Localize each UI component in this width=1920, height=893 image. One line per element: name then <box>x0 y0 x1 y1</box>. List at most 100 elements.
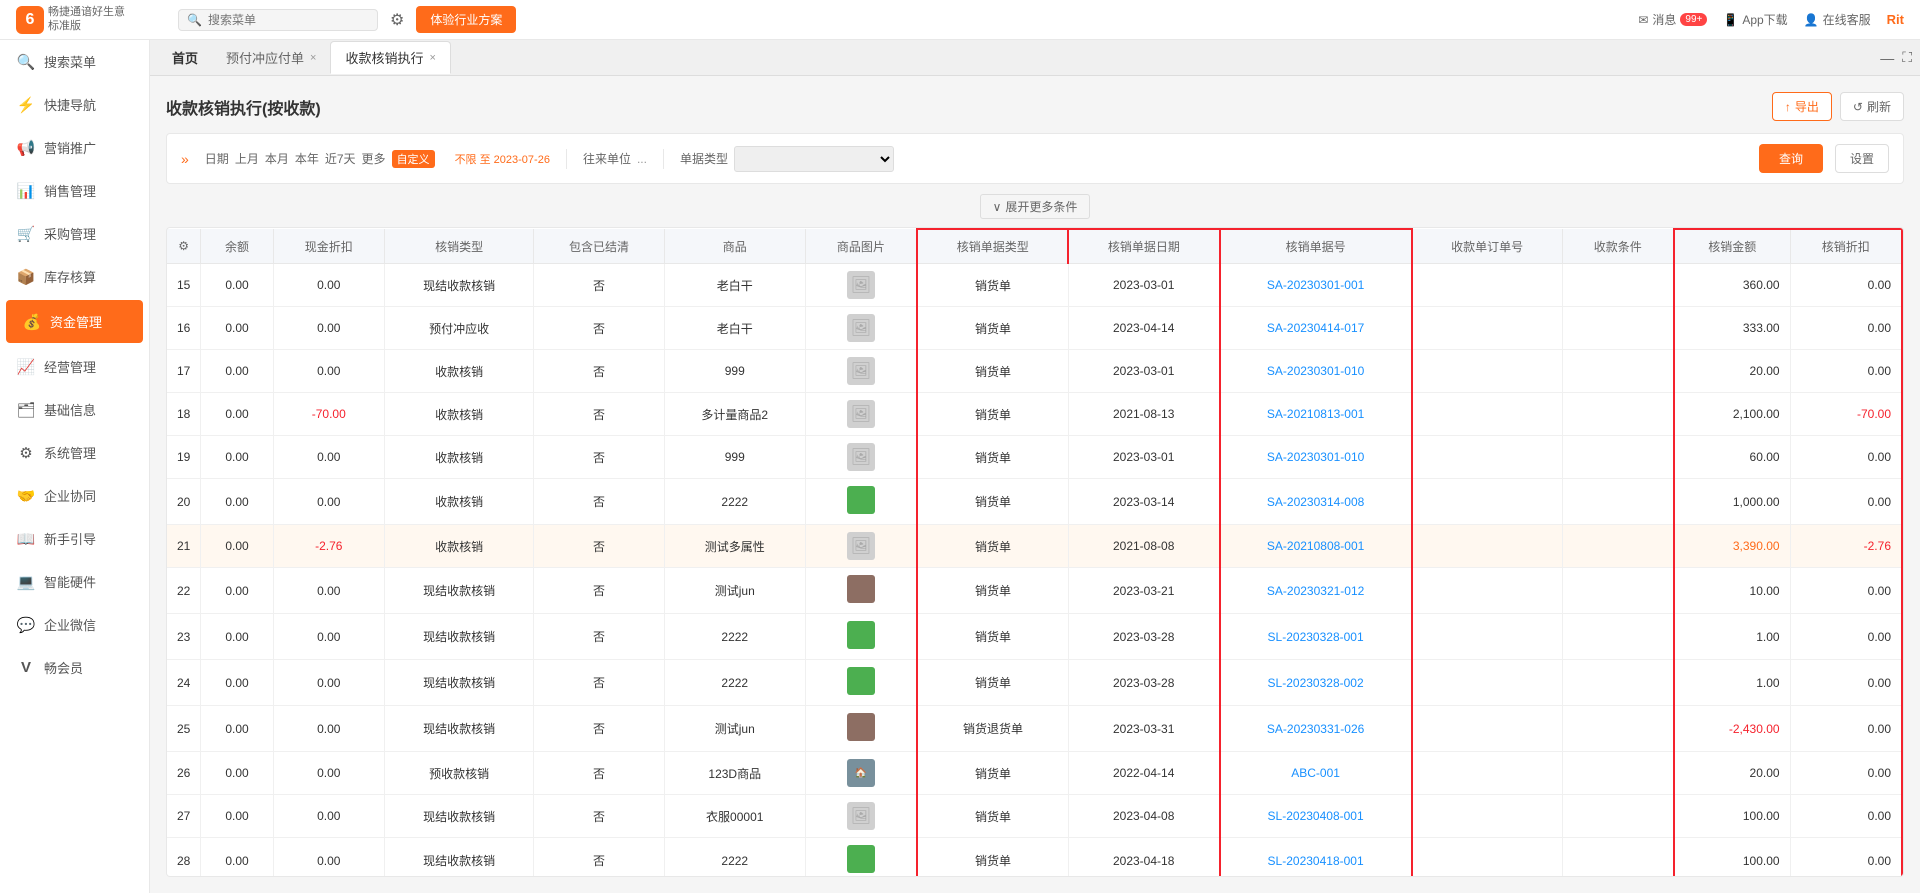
operations-icon: 📈 <box>16 358 36 376</box>
table-row-bill-type: 销货单 <box>917 752 1068 795</box>
export-btn[interactable]: ↑ 导出 <box>1772 92 1832 121</box>
bill-type-select[interactable] <box>734 146 894 172</box>
table-row-cash-discount: 0.00 <box>273 264 384 307</box>
sidebar-item-operations[interactable]: 📈 经营管理 <box>0 345 149 388</box>
search-input[interactable] <box>208 13 348 27</box>
table-row-amount: 333.00 <box>1674 307 1790 350</box>
sidebar-item-quick-nav[interactable]: ⚡ 快捷导航 <box>0 83 149 126</box>
table-row-discount: 0.00 <box>1790 436 1902 479</box>
table-row-order-no <box>1412 614 1562 660</box>
table-row-product: 999 <box>664 436 805 479</box>
from-unit-dots[interactable]: ... <box>637 152 647 166</box>
table-row-amount: 1.00 <box>1674 614 1790 660</box>
date-label: 日期 <box>205 150 229 167</box>
filter-recent7[interactable]: 近7天 <box>325 150 356 167</box>
filter-buttons: 查询 设置 <box>1759 144 1889 173</box>
table-row-type: 收款核销 <box>384 479 534 525</box>
table-row-condition <box>1562 350 1674 393</box>
sidebar-item-finance[interactable]: 💰 资金管理 <box>6 300 143 343</box>
tab-bar-actions: — ⛶ <box>1880 49 1912 66</box>
tab-collection[interactable]: 收款核销执行 × <box>330 41 450 74</box>
table-row-bill-type: 销货单 <box>917 568 1068 614</box>
marketing-icon: 📢 <box>16 139 36 157</box>
table-row-condition <box>1562 795 1674 838</box>
table-row-order-no <box>1412 706 1562 752</box>
table-row-amount: 2,100.00 <box>1674 393 1790 436</box>
tab-home[interactable]: 首页 <box>158 42 212 73</box>
member-icon: V <box>16 659 36 676</box>
sidebar-item-member[interactable]: V 畅会员 <box>0 646 149 689</box>
sidebar-item-system[interactable]: ⚙ 系统管理 <box>0 431 149 474</box>
table-row-cash-discount: 0.00 <box>273 568 384 614</box>
filter-this-month[interactable]: 本月 <box>265 150 289 167</box>
filter-collapse-btn[interactable]: » <box>181 151 189 167</box>
user-avatar[interactable]: Rit <box>1887 12 1904 27</box>
table-row-id: 19 <box>167 436 201 479</box>
filter-last-month[interactable]: 上月 <box>235 150 259 167</box>
table-row-bill-no: SL-20230328-001 <box>1220 614 1412 660</box>
table-row-bill-date: 2023-04-14 <box>1068 307 1219 350</box>
table-row-bill-date: 2021-08-13 <box>1068 393 1219 436</box>
sidebar-item-purchase[interactable]: 🛒 采购管理 <box>0 212 149 255</box>
online-service-btn[interactable]: 👤 在线客服 <box>1804 11 1871 28</box>
table-row-bill-date: 2023-03-14 <box>1068 479 1219 525</box>
table-row-discount: -2.76 <box>1790 525 1902 568</box>
page-title: 收款核销执行(按收款) <box>166 95 321 119</box>
query-btn[interactable]: 查询 <box>1759 144 1823 173</box>
table-row-discount: 0.00 <box>1790 307 1902 350</box>
industry-btn[interactable]: 体验行业方案 <box>416 6 516 33</box>
table-row-included: 否 <box>534 795 664 838</box>
expand-more-btn[interactable]: ∨ 展开更多条件 <box>980 194 1091 219</box>
table-row-condition <box>1562 479 1674 525</box>
settings-btn[interactable]: 设置 <box>1835 144 1889 173</box>
col-product-img: 商品图片 <box>805 229 917 264</box>
app-download-btn[interactable]: 📱 App下载 <box>1723 11 1787 28</box>
sidebar-item-sales[interactable]: 📊 销售管理 <box>0 169 149 212</box>
settings-icon[interactable]: ⚙ <box>390 10 404 30</box>
sidebar-item-search[interactable]: 🔍 搜索菜单 <box>0 40 149 83</box>
filter-custom[interactable]: 自定义 <box>392 150 435 168</box>
table-row-image <box>805 614 917 660</box>
table-row-included: 否 <box>534 479 664 525</box>
col-gear[interactable]: ⚙ <box>167 229 201 264</box>
tab-collection-close[interactable]: × <box>429 52 435 64</box>
table-row-bill-no: SL-20230408-001 <box>1220 795 1412 838</box>
table-row-bill-type: 销货单 <box>917 614 1068 660</box>
table-row-bill-type: 销货单 <box>917 307 1068 350</box>
message-btn[interactable]: ✉ 消息 99+ <box>1638 11 1707 28</box>
sidebar-item-guide[interactable]: 📖 新手引导 <box>0 517 149 560</box>
sidebar-item-inventory[interactable]: 📦 库存核算 <box>0 255 149 298</box>
col-cash-discount: 现金折扣 <box>273 229 384 264</box>
table-row-included: 否 <box>534 350 664 393</box>
tab-prepayment[interactable]: 预付冲应付单 × <box>212 42 330 73</box>
table-row-bill-date: 2023-03-01 <box>1068 264 1219 307</box>
sidebar-item-hardware[interactable]: 💻 智能硬件 <box>0 560 149 603</box>
divider2 <box>663 149 664 169</box>
table-row-id: 24 <box>167 660 201 706</box>
sidebar-item-basic-info[interactable]: 🗂 基础信息 <box>0 388 149 431</box>
refresh-btn[interactable]: ↺ 刷新 <box>1840 92 1904 121</box>
sidebar-item-marketing[interactable]: 📢 营销推广 <box>0 126 149 169</box>
table-row-amount: 360.00 <box>1674 264 1790 307</box>
table-row-amount: 60.00 <box>1674 436 1790 479</box>
table-row-amount: 20.00 <box>1674 752 1790 795</box>
sidebar-item-enterprise[interactable]: 🤝 企业协同 <box>0 474 149 517</box>
sidebar-item-wechat[interactable]: 💬 企业微信 <box>0 603 149 646</box>
table-row-balance: 0.00 <box>201 264 273 307</box>
table-row-balance: 0.00 <box>201 838 273 878</box>
table-row-image: 🖼 <box>805 393 917 436</box>
hardware-icon: 💻 <box>16 573 36 591</box>
table-row-condition <box>1562 706 1674 752</box>
table-row-balance: 0.00 <box>201 307 273 350</box>
table-row-bill-type: 销货单 <box>917 795 1068 838</box>
refresh-icon: ↺ <box>1853 100 1863 114</box>
search-box[interactable]: 🔍 <box>178 9 378 31</box>
tab-maximize-btn[interactable]: ⛶ <box>1902 49 1912 66</box>
table-row-balance: 0.00 <box>201 795 273 838</box>
table-row-type: 收款核销 <box>384 436 534 479</box>
tab-prepayment-close[interactable]: × <box>310 52 316 64</box>
filter-this-year[interactable]: 本年 <box>295 150 319 167</box>
tab-minimize-btn[interactable]: — <box>1880 49 1894 66</box>
table-row-bill-date: 2023-03-01 <box>1068 350 1219 393</box>
filter-more[interactable]: 更多 <box>362 150 386 167</box>
